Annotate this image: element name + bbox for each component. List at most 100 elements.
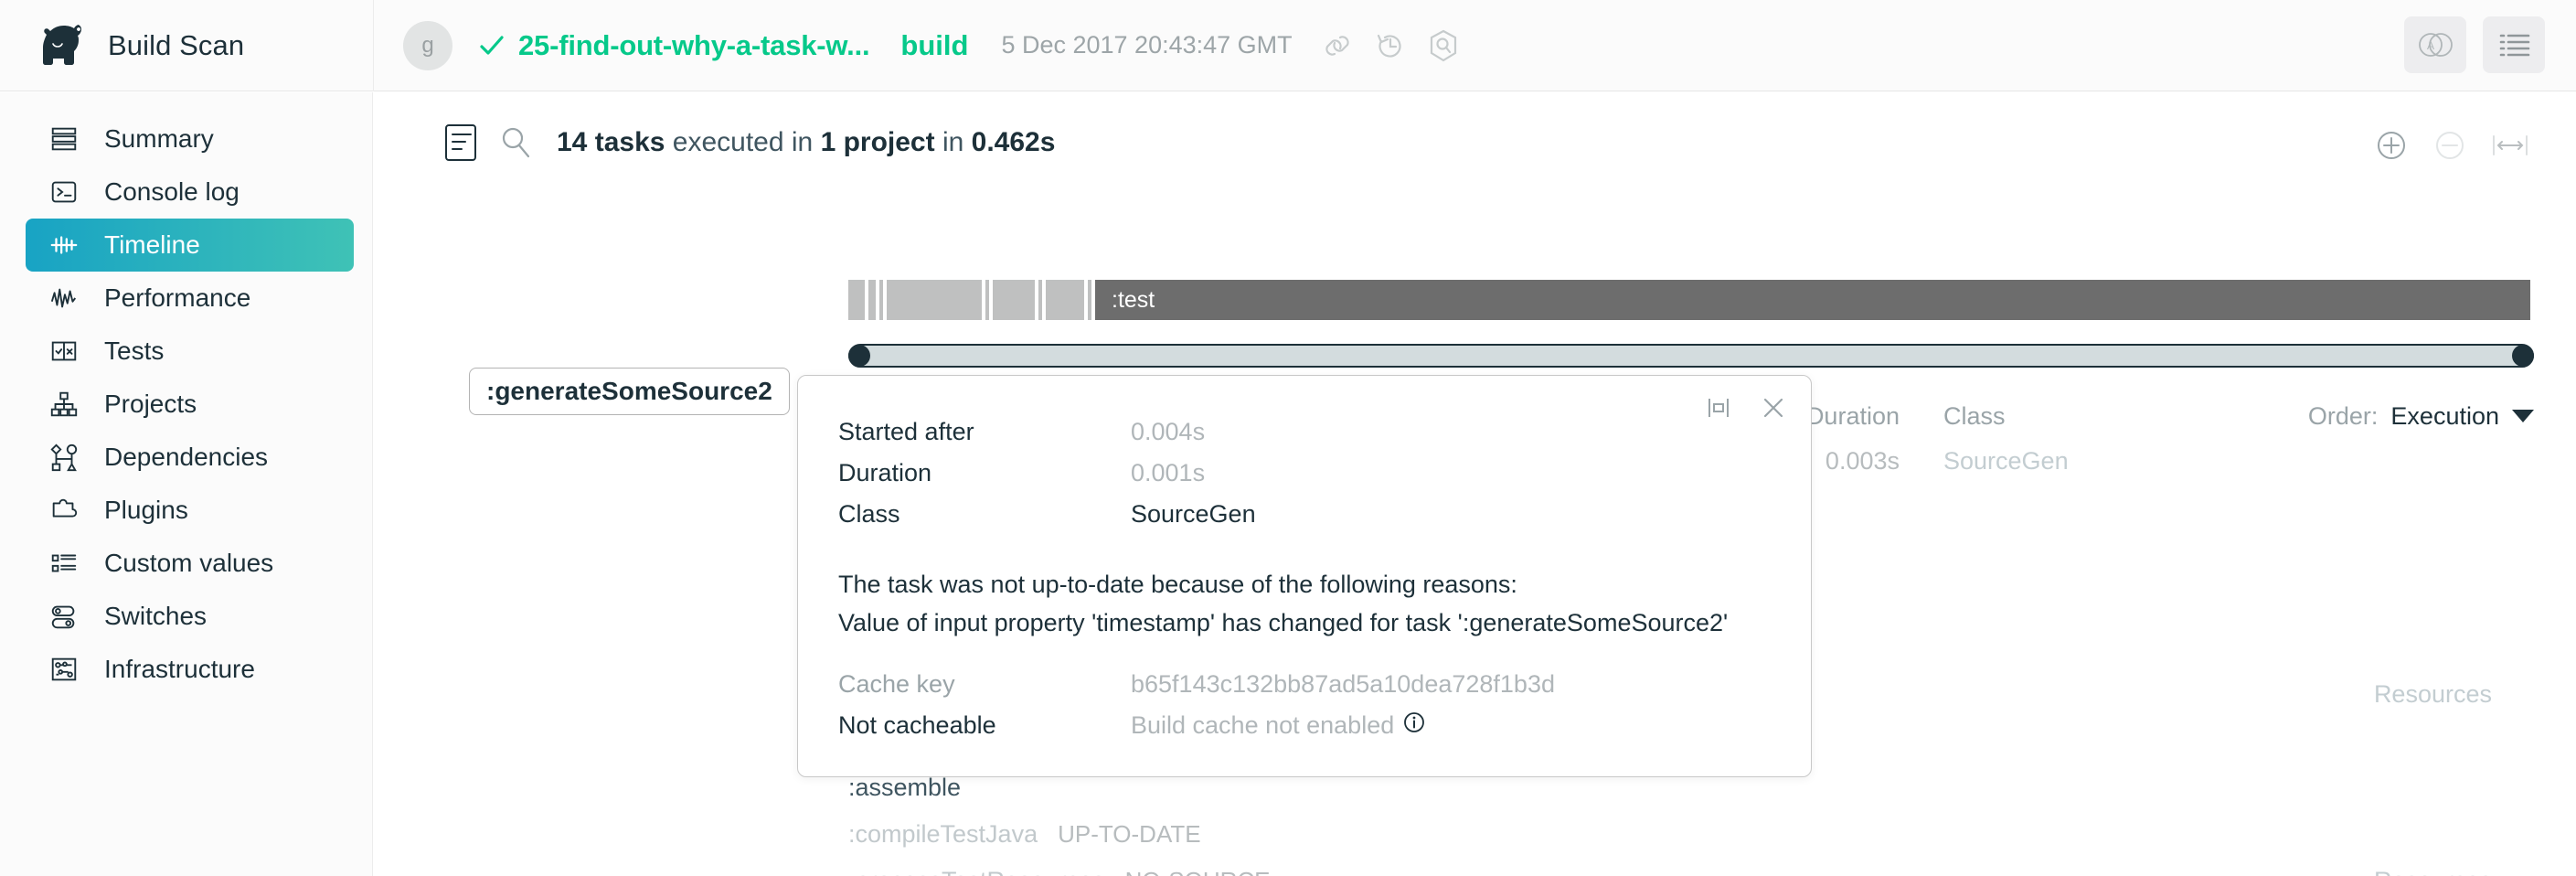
table-row[interactable]: :processTestResources NO-SOURCE Resource…	[848, 858, 2534, 876]
order-dropdown[interactable]: Order: Execution	[2308, 394, 2534, 438]
popup-cache-key-row: Cache key b65f143c132bb87ad5a10dea728f1b…	[838, 670, 1811, 711]
strip-segment	[985, 280, 989, 320]
sidebar: Summary Console log Timeline	[0, 92, 373, 876]
list-view-icon[interactable]	[2483, 16, 2545, 73]
check-icon	[478, 32, 506, 59]
popup-duration-row: Duration 0.001s	[838, 459, 1811, 500]
strip-segment	[993, 280, 1035, 320]
sidebar-item-label: Summary	[104, 124, 214, 154]
zoom-in-icon[interactable]	[2373, 127, 2410, 168]
row-path: :processTestResources	[848, 867, 1105, 876]
sidebar-item-performance[interactable]: Performance	[26, 272, 354, 325]
popup-reason-heading: The task was not up-to-date because of t…	[838, 567, 1811, 602]
close-icon[interactable]	[1760, 394, 1787, 426]
svg-text:A: A	[2427, 39, 2434, 52]
sidebar-item-timeline[interactable]: Timeline	[26, 219, 354, 272]
build-tag[interactable]: build	[900, 29, 968, 62]
timeline-scrollbar[interactable]	[848, 344, 2534, 368]
history-icon[interactable]	[1371, 27, 1410, 65]
strip-segment	[1046, 280, 1084, 320]
popup-duration-label: Duration	[838, 459, 1131, 487]
chevron-down-icon	[2512, 410, 2534, 422]
strip-segment	[887, 280, 982, 320]
sidebar-item-label: Plugins	[104, 496, 188, 525]
tests-icon	[48, 335, 80, 368]
projects-icon	[48, 388, 80, 421]
sidebar-item-plugins[interactable]: Plugins	[26, 484, 354, 537]
summary-join: in	[935, 127, 972, 157]
selected-task-chip[interactable]: :generateSomeSource2	[469, 368, 790, 415]
popup-cacheable-row: Not cacheable Build cache not enabled	[838, 711, 1811, 753]
sidebar-item-projects[interactable]: Projects	[26, 378, 354, 431]
strip-segment	[868, 280, 876, 320]
column-header-class[interactable]: Class	[1900, 402, 2006, 431]
sidebar-item-dependencies[interactable]: Dependencies	[26, 431, 354, 484]
gradle-elephant-logo	[37, 22, 88, 69]
popup-cacheable-label: Not cacheable	[838, 711, 1131, 740]
sidebar-item-label: Custom values	[104, 549, 273, 578]
custom-values-icon	[48, 547, 80, 580]
scroll-handle-right[interactable]	[2512, 345, 2534, 367]
info-icon[interactable]	[1403, 711, 1425, 740]
build-info: g 25-find-out-why-a-task-w... build 5 De…	[374, 21, 1477, 70]
dependencies-icon	[48, 441, 80, 474]
strip-segment	[848, 280, 865, 320]
task-summary: 14 tasks executed in 1 project in 0.462s	[557, 127, 1055, 158]
task-count: 14 tasks	[557, 127, 665, 157]
sidebar-item-custom-values[interactable]: Custom values	[26, 537, 354, 590]
table-row[interactable]: :compileTestJava UP-TO-DATE	[848, 811, 2534, 858]
sidebar-item-switches[interactable]: Switches	[26, 590, 354, 643]
strip-segment	[879, 280, 883, 320]
infrastructure-icon	[48, 653, 80, 686]
switches-icon	[48, 600, 80, 633]
popup-cache-section: Cache key b65f143c132bb87ad5a10dea728f1b…	[838, 670, 1811, 753]
sidebar-item-tests[interactable]: Tests	[26, 325, 354, 378]
strip-segment	[1088, 280, 1091, 320]
timeline-icon	[48, 229, 80, 262]
zoom-out-icon[interactable]	[2432, 127, 2468, 168]
sidebar-item-label: Infrastructure	[104, 655, 255, 684]
row-state: NO-SOURCE	[1105, 867, 1271, 876]
brand[interactable]: Build Scan	[0, 22, 373, 69]
sidebar-item-label: Projects	[104, 390, 197, 419]
search-hex-icon[interactable]	[1424, 27, 1463, 65]
top-right-buttons: A	[2404, 16, 2545, 73]
strip-segment	[1038, 280, 1042, 320]
popup-class-row: Class SourceGen	[838, 500, 1811, 541]
sidebar-item-console-log[interactable]: Console log	[26, 166, 354, 219]
sidebar-item-summary[interactable]: Summary	[26, 112, 354, 166]
console-icon	[48, 176, 80, 208]
sidebar-item-infrastructure[interactable]: Infrastructure	[26, 643, 354, 696]
popup-cacheable-value: Build cache not enabled	[1131, 711, 1394, 740]
fit-width-icon[interactable]	[2490, 127, 2530, 168]
popup-class-label: Class	[838, 500, 1131, 529]
row-class: SourceGen	[1900, 447, 2069, 475]
sidebar-item-label: Console log	[104, 177, 240, 207]
sidebar-item-label: Performance	[104, 283, 250, 313]
document-icon[interactable]	[443, 123, 478, 163]
popup-class-value: SourceGen	[1131, 500, 1256, 529]
build-title[interactable]: 25-find-out-why-a-task-w...	[518, 29, 869, 62]
popup-reason-detail: Value of input property 'timestamp' has …	[838, 605, 1811, 640]
venn-compare-icon[interactable]: A	[2404, 16, 2466, 73]
row-path: :assemble	[848, 774, 1433, 802]
zoom-controls	[2373, 127, 2530, 168]
popup-cache-key-label: Cache key	[838, 670, 1131, 699]
popup-duration-value: 0.001s	[1131, 459, 1205, 487]
order-label: Order:	[2308, 402, 2379, 431]
timeline-overview-strip[interactable]: :test	[848, 280, 2534, 320]
build-scan-app: Build Scan g 25-find-out-why-a-task-w...…	[0, 0, 2576, 876]
sidebar-item-label: Tests	[104, 337, 164, 366]
search-icon[interactable]	[498, 124, 533, 161]
collapse-icon[interactable]	[1705, 394, 1732, 426]
summary-icon	[48, 123, 80, 155]
order-value: Execution	[2390, 402, 2499, 431]
link-icon[interactable]	[1318, 27, 1357, 65]
row-path: :compileTestJava	[848, 820, 1038, 849]
popup-started-after-row: Started after 0.004s	[838, 418, 1811, 459]
popup-body: Started after 0.004s Duration 0.001s Cla…	[798, 376, 1811, 753]
avatar[interactable]: g	[403, 21, 452, 70]
strip-segment-test[interactable]: :test	[1095, 280, 2530, 320]
sidebar-item-label: Switches	[104, 602, 207, 631]
scroll-handle-left[interactable]	[848, 345, 870, 367]
